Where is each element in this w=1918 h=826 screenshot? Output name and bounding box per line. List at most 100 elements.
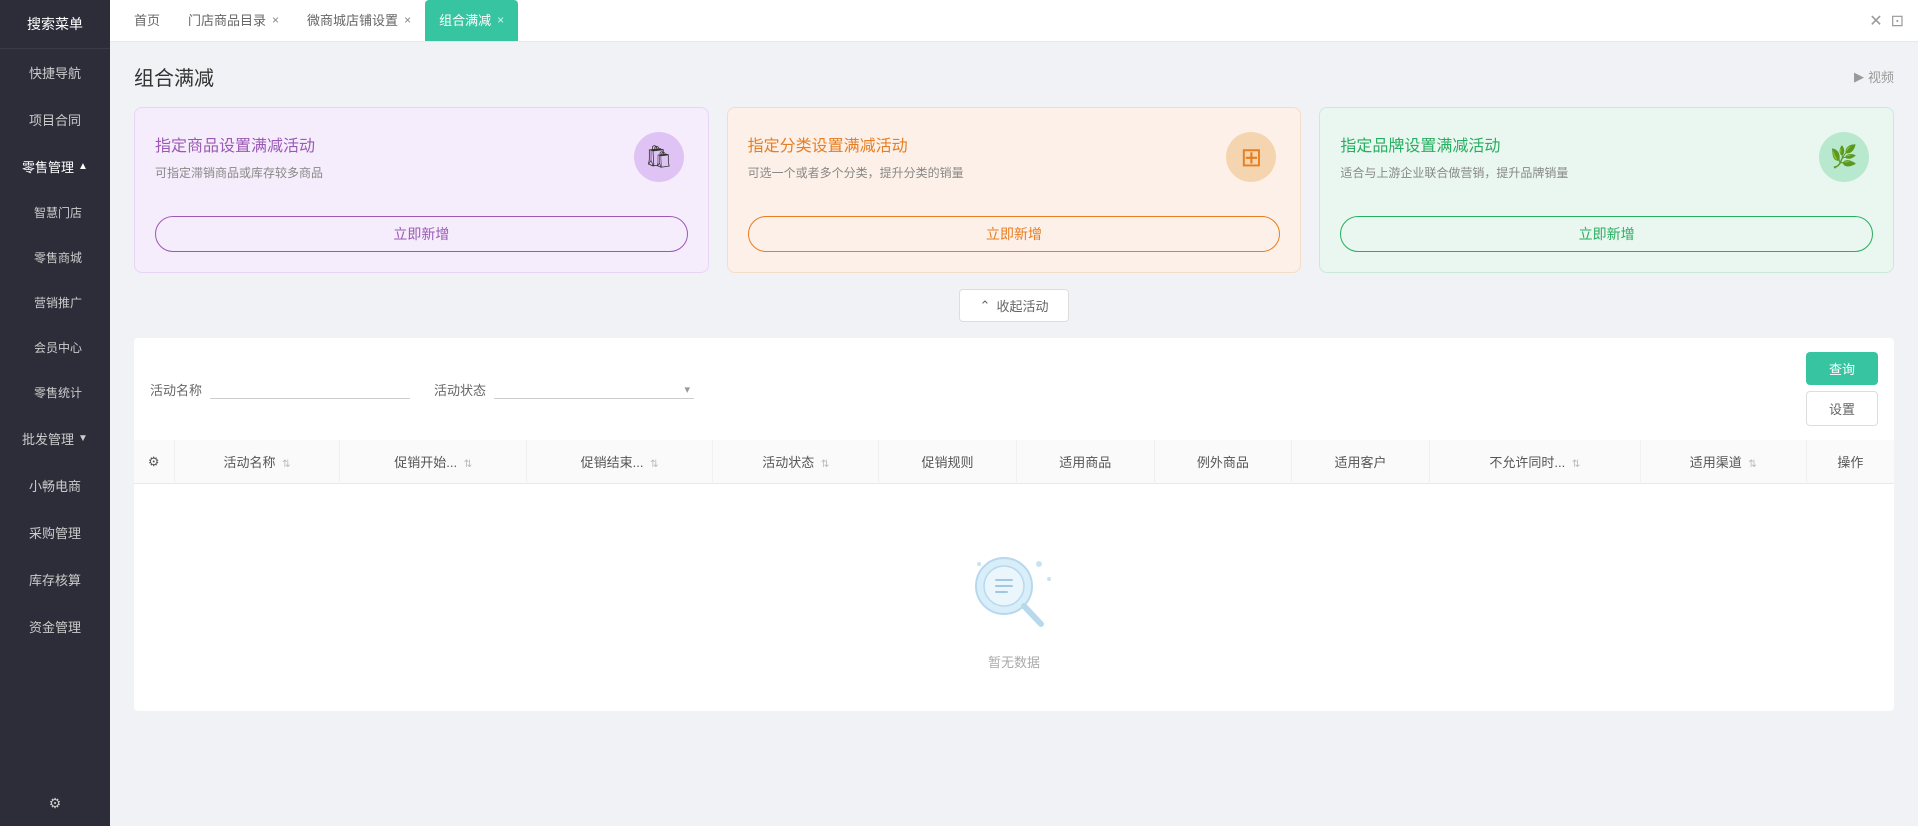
card-title: 指定品牌设置满减活动	[1340, 132, 1873, 156]
promo-cards-row: 指定商品设置满减活动 🛍 可指定滞销商品或库存较多商品 立即新增 指定分类设置满…	[134, 107, 1894, 273]
sidebar-item-label: 采购管理	[29, 523, 81, 542]
leaf-icon: 🌿	[1830, 144, 1857, 170]
table-header-applicable-goods: 适用商品	[1016, 440, 1154, 484]
table-header-promo-rule: 促销规则	[879, 440, 1017, 484]
tab-home[interactable]: 首页	[120, 0, 174, 41]
card-desc: 可选一个或者多个分类，提升分类的销量	[748, 164, 1281, 196]
activity-name-input[interactable]	[210, 379, 410, 399]
card-icon: ⊞	[1226, 132, 1276, 182]
table-header-gear[interactable]: ⚙	[134, 440, 174, 484]
table-header-promo-start[interactable]: 促销开始... ⇅	[340, 440, 526, 484]
sidebar-item-label: 智慧门店	[34, 204, 82, 221]
category-card-add-btn[interactable]: 立即新增	[748, 216, 1281, 252]
maximize-icon[interactable]: ⊡	[1891, 11, 1904, 31]
close-icon[interactable]: ×	[404, 14, 411, 26]
collapse-bar: ⌃ 收起活动	[134, 289, 1894, 322]
card-title: 指定商品设置满减活动	[155, 132, 688, 156]
sidebar-item-purchase-mgmt[interactable]: 采购管理	[0, 509, 110, 556]
sidebar-item-retail-stats[interactable]: 零售统计	[0, 370, 110, 415]
gear-icon: ⚙	[148, 454, 160, 469]
table-body: 暂无数据	[134, 484, 1894, 712]
sort-icon: ⇅	[821, 459, 829, 470]
filter-status-label: 活动状态	[434, 380, 486, 399]
product-card-add-btn[interactable]: 立即新增	[155, 216, 688, 252]
collapse-activities-btn[interactable]: ⌃ 收起活动	[959, 289, 1070, 322]
filter-actions: 查询 设置	[1806, 352, 1878, 426]
activity-status-select[interactable]	[494, 379, 694, 399]
filter-status-item: 活动状态 ▾	[434, 379, 694, 399]
shopping-bag-icon: 🛍	[645, 144, 673, 170]
sidebar-item-xiao-ecommerce[interactable]: 小畅电商	[0, 462, 110, 509]
sidebar-item-project-contract[interactable]: 项目合同	[0, 96, 110, 143]
close-window-icon[interactable]: ✕	[1869, 11, 1882, 31]
sidebar-item-label: 小畅电商	[29, 476, 81, 495]
chevron-up-icon: ▲	[78, 161, 88, 172]
sidebar-item-quick-nav[interactable]: 快捷导航	[0, 49, 110, 96]
table-header-name[interactable]: 活动名称 ⇅	[174, 440, 340, 484]
card-title: 指定分类设置满减活动	[748, 132, 1281, 156]
filter-row: 活动名称 活动状态 ▾ 查询 设置	[134, 338, 1894, 440]
sidebar-settings-btn[interactable]: ⚙	[0, 781, 110, 826]
sidebar-item-label: 项目合同	[29, 110, 81, 129]
main-area: 首页 门店商品目录 × 微商城店铺设置 × 组合满减 × ✕ ⊡ 组合满减 ▶ …	[110, 0, 1918, 826]
tab-label: 门店商品目录	[188, 10, 266, 29]
sort-icon: ⇅	[282, 459, 290, 470]
sort-icon: ⇅	[650, 459, 658, 470]
sidebar-item-wholesale-mgmt[interactable]: 批发管理 ▼	[0, 415, 110, 462]
product-promo-card: 指定商品设置满减活动 🛍 可指定滞销商品或库存较多商品 立即新增	[134, 107, 709, 273]
filter-name-label: 活动名称	[150, 380, 202, 399]
sidebar-item-member-center[interactable]: 会员中心	[0, 325, 110, 370]
chevron-down-icon: ▼	[78, 433, 88, 444]
tab-label: 组合满减	[439, 10, 491, 29]
table-header-action: 操作	[1806, 440, 1894, 484]
table-header-status[interactable]: 活动状态 ⇅	[713, 440, 879, 484]
table-header-applicable-channel[interactable]: 适用渠道 ⇅	[1640, 440, 1806, 484]
video-label: 视频	[1868, 67, 1894, 86]
table-header-applicable-customer: 适用客户	[1292, 440, 1430, 484]
gear-icon: ⚙	[49, 795, 62, 811]
card-icon: 🌿	[1819, 132, 1869, 182]
sidebar-item-finance-mgmt[interactable]: 资金管理	[0, 603, 110, 650]
category-promo-card: 指定分类设置满减活动 ⊞ 可选一个或者多个分类，提升分类的销量 立即新增	[727, 107, 1302, 273]
sidebar: 搜索菜单 快捷导航 项目合同 零售管理 ▲ 智慧门店 零售商城 营销推广 会员中…	[0, 0, 110, 826]
empty-state-cell: 暂无数据	[134, 484, 1894, 712]
table-header-no-concurrent[interactable]: 不允许同时... ⇅	[1429, 440, 1640, 484]
table-header-excluded-goods: 例外商品	[1154, 440, 1292, 484]
collapse-label: 收起活动	[996, 296, 1048, 315]
setting-btn[interactable]: 设置	[1806, 391, 1878, 426]
brand-promo-card: 指定品牌设置满减活动 🌿 适合与上游企业联合做营销，提升品牌销量 立即新增	[1319, 107, 1894, 273]
card-icon: 🛍	[634, 132, 684, 182]
video-link[interactable]: ▶ 视频	[1854, 67, 1894, 86]
tab-label: 微商城店铺设置	[307, 10, 398, 29]
close-icon[interactable]: ×	[497, 14, 504, 26]
table-header-promo-end[interactable]: 促销结束... ⇅	[526, 440, 712, 484]
empty-text: 暂无数据	[154, 652, 1874, 671]
sidebar-item-label: 批发管理	[22, 429, 74, 448]
page-header: 组合满减 ▶ 视频	[134, 62, 1894, 91]
content-area: 组合满减 ▶ 视频 指定商品设置满减活动 🛍 可指定滞销商品或库存较多商品 立即…	[110, 42, 1918, 826]
tab-wechat-store-settings[interactable]: 微商城店铺设置 ×	[293, 0, 425, 41]
sidebar-item-smart-store[interactable]: 智慧门店	[0, 190, 110, 235]
tab-actions: ✕ ⊡	[1869, 11, 1908, 31]
empty-state-row: 暂无数据	[134, 484, 1894, 712]
sidebar-item-retail-mall[interactable]: 零售商城	[0, 235, 110, 280]
table-header-row: ⚙ 活动名称 ⇅ 促销开始... ⇅ 促销结束...	[134, 440, 1894, 484]
sidebar-item-label: 库存核算	[29, 570, 81, 589]
tab-store-catalog[interactable]: 门店商品目录 ×	[174, 0, 293, 41]
sort-icon: ⇅	[1748, 459, 1756, 470]
sidebar-item-label: 快捷导航	[29, 63, 81, 82]
close-icon[interactable]: ×	[272, 14, 279, 26]
sidebar-item-inventory-calc[interactable]: 库存核算	[0, 556, 110, 603]
tab-combo-discount[interactable]: 组合满减 ×	[425, 0, 518, 41]
sidebar-item-label: 资金管理	[29, 617, 81, 636]
brand-card-add-btn[interactable]: 立即新增	[1340, 216, 1873, 252]
sidebar-item-retail-management[interactable]: 零售管理 ▲	[0, 143, 110, 190]
sidebar-item-label: 营销推广	[34, 294, 82, 311]
sidebar-search[interactable]: 搜索菜单	[0, 0, 110, 49]
empty-state: 暂无数据	[134, 484, 1894, 711]
play-icon: ▶	[1854, 69, 1864, 85]
query-btn[interactable]: 查询	[1806, 352, 1878, 385]
sidebar-item-marketing[interactable]: 营销推广	[0, 280, 110, 325]
tab-label: 首页	[134, 10, 160, 29]
sidebar-item-label: 零售管理	[22, 157, 74, 176]
